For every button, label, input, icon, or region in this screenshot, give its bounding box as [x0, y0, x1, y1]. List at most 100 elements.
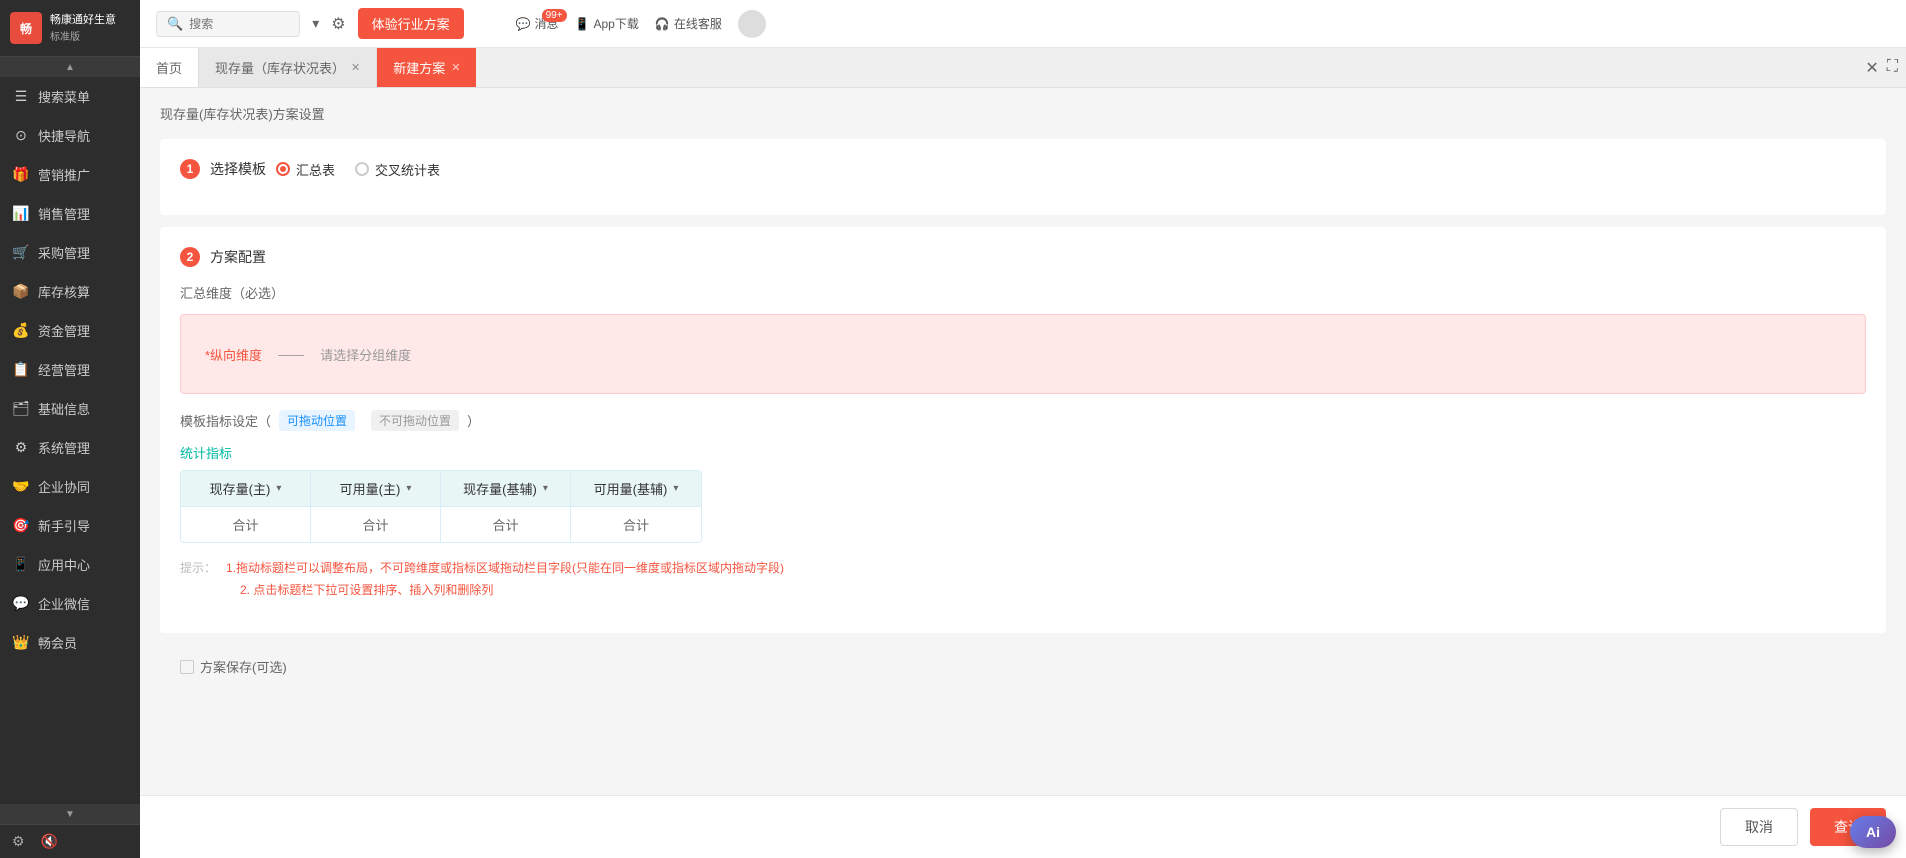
radio-summary-label: 汇总表: [296, 160, 335, 179]
tab-expand-icon[interactable]: ⛶: [1887, 58, 1898, 78]
section2-header: 2 方案配置: [180, 247, 1866, 267]
sidebar-item-label: 经营管理: [38, 360, 90, 379]
settings-gear-icon[interactable]: ⚙: [331, 14, 345, 34]
search-menu-icon: ☰: [12, 88, 30, 106]
radio-cross-circle: [355, 162, 369, 176]
search-input[interactable]: [189, 17, 289, 31]
chevron-down-icon-2: ▾: [543, 483, 548, 494]
sidebar-item-guide[interactable]: 🎯 新手引导: [0, 506, 140, 545]
radio-summary[interactable]: 汇总表: [276, 160, 335, 179]
tab-new-plan[interactable]: 新建方案 ✕: [377, 48, 476, 87]
indicator-settings: 模板指标设定（ 可拖动位置 不可拖动位置 ）: [180, 410, 1866, 431]
sidebar-item-member[interactable]: 👑 畅会员: [0, 623, 140, 662]
industry-btn[interactable]: 体验行业方案: [358, 8, 464, 39]
service-button[interactable]: 🎧 在线客服: [655, 15, 722, 32]
topbar-search-box[interactable]: 🔍: [156, 11, 300, 37]
sidebar-item-cooperation[interactable]: 🤝 企业协同: [0, 467, 140, 506]
save-checkbox[interactable]: 方案保存(可选): [180, 657, 287, 676]
sidebar-scroll-up[interactable]: ▲: [0, 57, 140, 77]
section-config: 2 方案配置 汇总维度（必选） *纵向维度 —— 请选择分组维度 模板指标设定（…: [160, 227, 1886, 633]
app-download-button[interactable]: 📱 App下载: [575, 15, 639, 32]
settings-icon[interactable]: ⚙: [12, 833, 25, 850]
chart-icon: 📊: [12, 205, 30, 223]
sidebar-item-label: 新手引导: [38, 516, 90, 535]
sidebar-item-inventory[interactable]: 📦 库存核算: [0, 272, 140, 311]
stats-table-body-row: 合计 合计 合计 合计: [181, 506, 701, 542]
section1-num: 1: [180, 159, 200, 179]
section1-title: 选择模板: [210, 159, 266, 179]
sidebar: 畅 畅康通好生意 标准版 ▲ ☰ 搜索菜单 ⊙ 快捷导航 🎁 营销推广 📊 销售…: [0, 0, 140, 858]
section1-header: 1 选择模板 汇总表 交叉统计表: [180, 159, 1866, 179]
tab-inventory-close[interactable]: ✕: [351, 61, 360, 74]
tab-home[interactable]: 首页: [140, 48, 199, 87]
cart-icon: 🛒: [12, 244, 30, 262]
msg-badge: 99+: [542, 9, 567, 22]
col-label-1: 可用量(主): [340, 479, 401, 498]
sidebar-item-label: 资金管理: [38, 321, 90, 340]
dimension-dash: ——: [278, 347, 304, 362]
col-body-1: 合计: [311, 506, 441, 542]
money-icon: 💰: [12, 322, 30, 340]
tab-new-plan-close[interactable]: ✕: [451, 61, 460, 74]
sidebar-footer: ⚙ 🔇: [0, 824, 140, 858]
sidebar-item-quick-nav[interactable]: ⊙ 快捷导航: [0, 116, 140, 155]
sidebar-item-sales[interactable]: 📊 销售管理: [0, 194, 140, 233]
tab-close-icon[interactable]: ✕: [1865, 58, 1878, 78]
tab-home-label: 首页: [156, 58, 182, 77]
col-header-1[interactable]: 可用量(主) ▾: [311, 471, 441, 506]
tab-inventory-status[interactable]: 现存量（库存状况表） ✕: [199, 48, 377, 87]
sidebar-item-base-info[interactable]: 🗂 基础信息: [0, 389, 140, 428]
chat-icon: 💬: [12, 595, 30, 613]
indicator-suffix: ）: [467, 411, 480, 430]
sidebar-scroll-down[interactable]: ▼: [0, 804, 140, 824]
handshake-icon: 🤝: [12, 478, 30, 496]
col-header-0[interactable]: 现存量(主) ▾: [181, 471, 311, 506]
sidebar-item-wechat[interactable]: 💬 企业微信: [0, 584, 140, 623]
main-area: 🔍 ▾ ⚙ 体验行业方案 💬 消息 99+ 📱 App下载 🎧 在线客服: [140, 0, 1906, 858]
sound-icon[interactable]: 🔇: [41, 833, 58, 850]
col-header-2[interactable]: 现存量(基辅) ▾: [441, 471, 571, 506]
col-label-0: 现存量(主): [210, 479, 271, 498]
message-icon: 💬: [516, 17, 531, 31]
sidebar-item-search-menu[interactable]: ☰ 搜索菜单: [0, 77, 140, 116]
col-body-2: 合计: [441, 506, 571, 542]
topbar: 🔍 ▾ ⚙ 体验行业方案 💬 消息 99+ 📱 App下载 🎧 在线客服: [140, 0, 1906, 48]
sidebar-item-marketing[interactable]: 🎁 营销推广: [0, 155, 140, 194]
dimension-label: 汇总维度（必选）: [180, 283, 1866, 302]
avatar: [738, 10, 766, 38]
sidebar-item-purchase[interactable]: 🛒 采购管理: [0, 233, 140, 272]
tip-label: 提示： 1.拖动标题栏可以调整布局，不可跨维度或指标区域拖动栏目字段(只能在同一…: [180, 558, 1866, 580]
sidebar-item-label: 应用中心: [38, 555, 90, 574]
search-icon: 🔍: [167, 16, 183, 32]
sidebar-item-system[interactable]: ⚙ 系统管理: [0, 428, 140, 467]
non-draggable-tag: 不可拖动位置: [371, 410, 459, 431]
dimension-area: *纵向维度 —— 请选择分组维度: [180, 314, 1866, 394]
dropdown-icon[interactable]: ▾: [312, 15, 319, 32]
box-icon: 📦: [12, 283, 30, 301]
page-footer: 方案保存(可选): [160, 645, 1886, 676]
radio-cross[interactable]: 交叉统计表: [355, 160, 440, 179]
sidebar-item-finance[interactable]: 💰 资金管理: [0, 311, 140, 350]
col-body-3: 合计: [571, 506, 701, 542]
msg-button[interactable]: 💬 消息 99+: [516, 15, 559, 32]
tip-2: 2. 点击标题栏下拉可设置排序、插入列和删除列: [180, 580, 1866, 602]
brand-edition: 标准版: [50, 28, 116, 43]
cancel-button[interactable]: 取消: [1720, 808, 1798, 846]
vertical-dimension-label: *纵向维度: [205, 345, 262, 364]
indicator-settings-label: 模板指标设定（ 可拖动位置 不可拖动位置 ）: [180, 410, 1866, 431]
sidebar-item-label: 库存核算: [38, 282, 90, 301]
col-header-3[interactable]: 可用量(基辅) ▾: [571, 471, 701, 506]
draggable-tag: 可拖动位置: [279, 410, 355, 431]
stats-table: 现存量(主) ▾ 可用量(主) ▾ 现存量(基辅) ▾ 可用量(基辅) ▾: [180, 470, 702, 543]
sidebar-item-operation[interactable]: 📋 经营管理: [0, 350, 140, 389]
headset-icon: 🎧: [655, 17, 670, 31]
tip-1: 1.拖动标题栏可以调整布局，不可跨维度或指标区域拖动栏目字段(只能在同一维度或指…: [226, 561, 784, 575]
phone-icon: 📱: [12, 556, 30, 574]
sidebar-item-label: 畅会员: [38, 633, 77, 652]
dimension-placeholder: 请选择分组维度: [320, 345, 411, 364]
sidebar-item-app-center[interactable]: 📱 应用中心: [0, 545, 140, 584]
page-title: 现存量(库存状况表)方案设置: [160, 104, 1886, 123]
sidebar-item-label: 基础信息: [38, 399, 90, 418]
ai-fab-button[interactable]: Ai: [1850, 816, 1896, 848]
dimension-row: *纵向维度 —— 请选择分组维度: [205, 345, 411, 364]
